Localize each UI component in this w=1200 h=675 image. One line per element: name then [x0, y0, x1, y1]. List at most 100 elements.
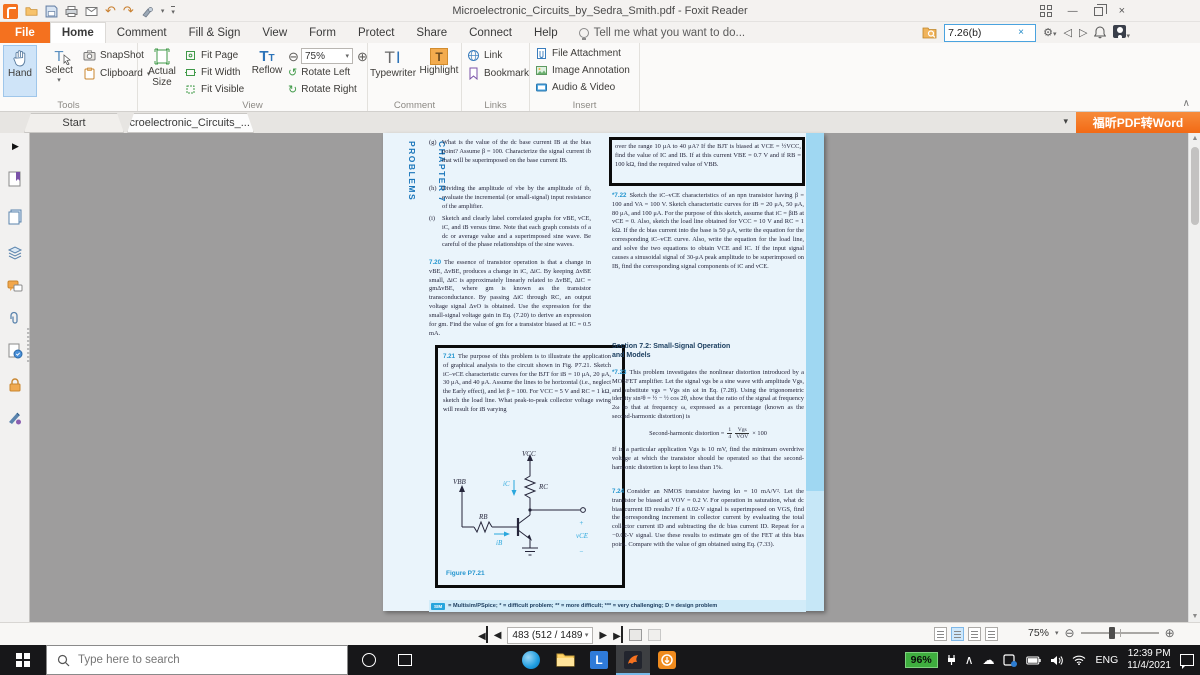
document-search-box[interactable]: ×	[944, 23, 1037, 42]
tab-start[interactable]: Start	[24, 113, 124, 133]
close-button[interactable]: ×	[1119, 5, 1125, 17]
taskbar-search-box[interactable]	[46, 645, 348, 675]
settings-gear-icon[interactable]: ⚙▾	[1043, 26, 1056, 39]
taskbar-app-edge[interactable]	[514, 645, 548, 675]
layers-panel-icon[interactable]	[7, 245, 23, 261]
mail-icon[interactable]	[85, 5, 98, 18]
cortana-button[interactable]	[352, 645, 386, 675]
scrollbar-thumb[interactable]	[1191, 147, 1199, 225]
continuous-view-button[interactable]	[951, 627, 964, 641]
ribbon-tab-connect[interactable]: Connect	[458, 22, 523, 43]
file-attachment-button[interactable]: File Attachment	[535, 47, 621, 60]
ui-layout-icon[interactable]	[1039, 5, 1052, 17]
fit-width-button[interactable]: Fit Width	[184, 66, 240, 79]
status-zoom-value[interactable]: 75%	[1028, 627, 1049, 639]
bookmarks-panel-icon[interactable]	[7, 171, 23, 187]
previous-view-button[interactable]	[628, 629, 642, 641]
single-page-view-button[interactable]	[934, 627, 947, 641]
foxit-logo-icon[interactable]	[3, 3, 18, 19]
tray-expand-icon[interactable]: ∧	[965, 653, 974, 667]
speaker-icon[interactable]	[1050, 655, 1064, 666]
document-search-input[interactable]	[948, 26, 1019, 39]
attachments-panel-icon[interactable]	[7, 311, 23, 327]
continuous-facing-view-button[interactable]	[985, 627, 998, 641]
highlight-button[interactable]: T Highlight	[418, 45, 460, 97]
pdf-to-word-button[interactable]: 福昕PDF转Word	[1076, 112, 1200, 133]
rotate-right-button[interactable]: ↻ Rotate Right	[288, 83, 357, 96]
notification-bell-icon[interactable]	[1094, 26, 1107, 39]
taskbar-app-foxit[interactable]	[616, 645, 650, 675]
fit-page-button[interactable]: Fit Page	[184, 49, 238, 62]
save-icon[interactable]	[45, 5, 58, 18]
comments-panel-icon[interactable]	[7, 279, 23, 295]
taskbar-app-download-manager[interactable]	[650, 645, 684, 675]
actual-size-button[interactable]: Actual Size	[143, 45, 181, 97]
snapshot-button[interactable]: SnapShot	[83, 49, 144, 62]
page-number-field[interactable]: ▾	[507, 626, 594, 644]
previous-page-button[interactable]: ◀	[494, 630, 502, 641]
ribbon-tab-view[interactable]: View	[251, 22, 298, 43]
zoom-slider[interactable]	[1080, 627, 1159, 639]
digital-sign-panel-icon[interactable]	[7, 410, 23, 426]
select-tool-button[interactable]: T Select ▾	[41, 45, 77, 97]
next-page-button[interactable]: ▶	[599, 630, 607, 641]
restore-button[interactable]	[1093, 3, 1107, 16]
collapse-ribbon-icon[interactable]: ∧	[1183, 98, 1190, 109]
security-panel-icon[interactable]	[7, 377, 23, 393]
zoom-out-icon[interactable]: ⊖	[288, 49, 299, 65]
bookmark-button[interactable]: Bookmark	[467, 67, 529, 80]
action-center-icon[interactable]	[1180, 654, 1194, 669]
tell-me-box[interactable]: Tell me what you want to do...	[578, 22, 745, 43]
battery-percent-badge[interactable]: 96%	[904, 652, 938, 668]
rotate-left-button[interactable]: ↺ Rotate Left	[288, 66, 350, 79]
account-avatar-icon[interactable]: ▾	[1113, 24, 1130, 41]
page-number-input[interactable]	[512, 629, 583, 641]
clear-search-icon[interactable]: ×	[1018, 27, 1024, 38]
panel-resize-grip[interactable]	[27, 328, 30, 364]
audio-video-button[interactable]: Audio & Video	[535, 81, 615, 94]
language-indicator[interactable]: ENG	[1095, 654, 1118, 666]
ribbon-tab-help[interactable]: Help	[523, 22, 569, 43]
taskbar-app-file-explorer[interactable]	[548, 645, 582, 675]
last-page-button[interactable]: ▶	[613, 626, 623, 644]
teams-icon[interactable]	[1003, 653, 1018, 667]
minimize-button[interactable]: —	[1068, 6, 1078, 17]
zoom-level-field[interactable]: 75% ▾	[301, 48, 353, 64]
battery-icon[interactable]	[1026, 656, 1042, 665]
search-folder-icon[interactable]	[922, 26, 937, 39]
wifi-icon[interactable]	[1072, 655, 1086, 665]
print-icon[interactable]	[65, 5, 78, 18]
redo-icon[interactable]: ↷	[123, 2, 134, 20]
vertical-scrollbar[interactable]: ▲ ▼	[1188, 133, 1200, 622]
image-annotation-button[interactable]: Image Annotation	[535, 64, 630, 77]
history-back-icon[interactable]: ◁	[1064, 26, 1072, 39]
open-file-icon[interactable]	[25, 5, 38, 18]
brush-tool-icon[interactable]	[141, 5, 154, 18]
ribbon-tab-share[interactable]: Share	[405, 22, 458, 43]
taskbar-app-l[interactable]: L	[582, 645, 616, 675]
ribbon-tab-home[interactable]: Home	[49, 22, 106, 43]
typewriter-button[interactable]: TI Typewriter	[370, 45, 416, 97]
expand-panel-icon[interactable]: ▶	[12, 141, 19, 152]
fit-visible-button[interactable]: Fit Visible	[184, 83, 244, 96]
zoom-in-icon[interactable]: ⊕	[357, 49, 368, 65]
scroll-up-icon[interactable]: ▲	[1189, 135, 1200, 142]
hand-tool-button[interactable]: Hand	[3, 45, 37, 97]
pages-panel-icon[interactable]	[7, 209, 23, 225]
customize-qat-icon[interactable]: ▾	[171, 6, 175, 16]
zoom-slider-thumb[interactable]	[1108, 627, 1115, 639]
tab-close-icon[interactable]: ×	[258, 118, 263, 128]
ribbon-tab-protect[interactable]: Protect	[347, 22, 405, 43]
start-button[interactable]	[0, 645, 46, 675]
zoom-in-button[interactable]: ⊕	[1165, 626, 1175, 640]
onedrive-cloud-icon[interactable]: ☁	[982, 653, 994, 667]
taskbar-clock[interactable]: 12:39 PM 11/4/2021	[1127, 648, 1171, 672]
task-view-button[interactable]	[388, 645, 422, 675]
undo-icon[interactable]: ↶	[105, 2, 116, 20]
signatures-panel-icon[interactable]	[7, 343, 23, 359]
reflow-button[interactable]: TT Reflow	[248, 45, 286, 97]
next-view-button[interactable]	[647, 629, 661, 641]
facing-view-button[interactable]	[968, 627, 981, 641]
history-forward-icon[interactable]: ▷	[1079, 26, 1087, 39]
tab-list-dropdown-icon[interactable]: ▾	[1063, 116, 1068, 127]
